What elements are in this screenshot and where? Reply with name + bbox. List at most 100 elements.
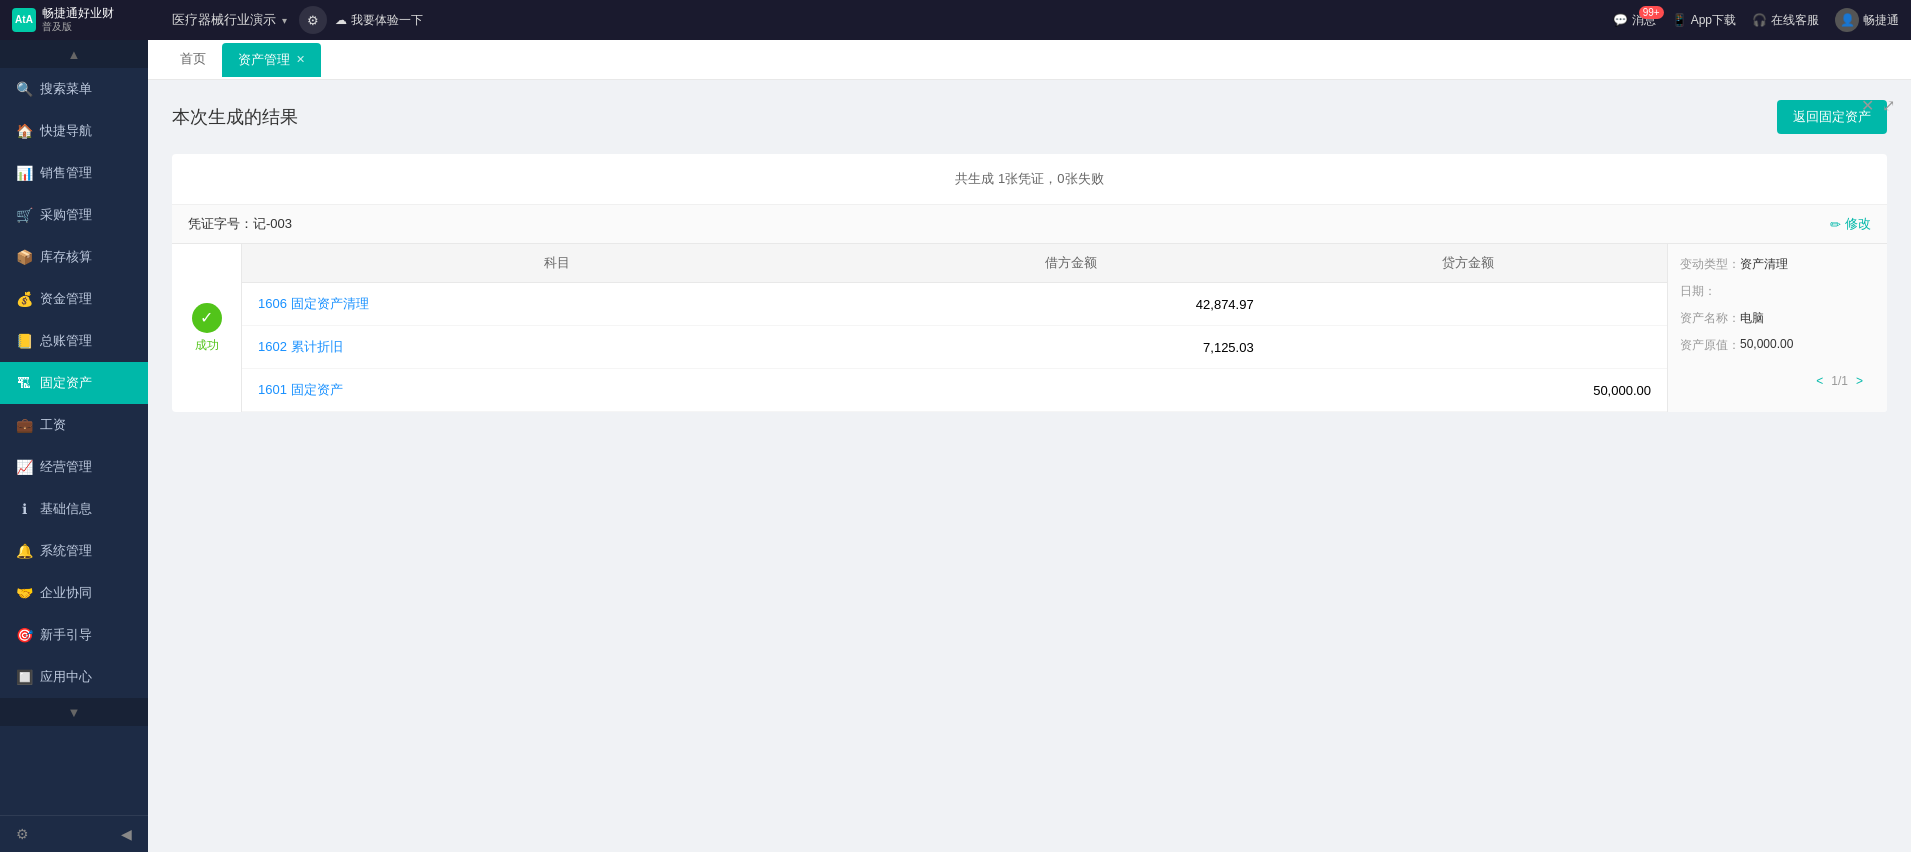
sidebar-item-quick-nav[interactable]: 🏠 快捷导航 — [0, 110, 148, 152]
sidebar-item-finance[interactable]: 💰 资金管理 — [0, 278, 148, 320]
row3-subject: 1601 固定资产 — [242, 369, 872, 412]
sidebar-label-basic-info: 基础信息 — [40, 500, 92, 518]
ledger-icon: 📒 — [16, 333, 32, 349]
edit-label: 修改 — [1845, 215, 1871, 233]
app-center-icon: 🔲 — [16, 669, 32, 685]
table-row: 1602 累计折旧 7,125.03 — [242, 326, 1667, 369]
col-debit: 借方金额 — [872, 244, 1269, 283]
sidebar-item-payroll[interactable]: 💼 工资 — [0, 404, 148, 446]
status-text: 成功 — [195, 337, 219, 354]
header-settings-button[interactable]: ⚙ — [299, 6, 327, 34]
tab-asset-label: 资产管理 — [238, 51, 290, 69]
col-credit: 贷方金额 — [1270, 244, 1667, 283]
user-avatar: 👤 — [1835, 8, 1859, 32]
sidebar-item-ledger[interactable]: 📒 总账管理 — [0, 320, 148, 362]
original-value-value: 50,000.00 — [1740, 337, 1793, 354]
date-label: 日期： — [1680, 283, 1740, 300]
close-panel-button[interactable]: ✕ — [1861, 96, 1874, 115]
next-page-button[interactable]: > — [1856, 374, 1863, 388]
main-layout: ▲ 🔍 搜索菜单 🏠 快捷导航 📊 销售管理 🛒 采购管理 📦 库存核算 💰 资… — [0, 40, 1911, 852]
sidebar-item-sales[interactable]: 📊 销售管理 — [0, 152, 148, 194]
voucher-table: 科目 借方金额 贷方金额 1606 固定资产清理 42,874.97 — [242, 244, 1667, 412]
row2-debit: 7,125.03 — [872, 326, 1269, 369]
settings-icon: ⚙ — [307, 13, 319, 28]
sidebar-item-enterprise[interactable]: 🤝 企业协同 — [0, 572, 148, 614]
edit-icon: ✏ — [1830, 217, 1841, 232]
messages-button[interactable]: 💬 消息 99+ — [1613, 12, 1656, 29]
purchase-icon: 🛒 — [16, 207, 32, 223]
experience-icon: ☁ — [335, 13, 347, 27]
username-label: 畅捷通 — [1863, 12, 1899, 29]
sidebar-scroll-up[interactable]: ▲ — [0, 40, 148, 68]
app-download-button[interactable]: 📱 App下载 — [1672, 12, 1736, 29]
info-asset-name: 资产名称： 电脑 — [1680, 310, 1875, 327]
app-download-icon: 📱 — [1672, 13, 1687, 27]
page-info: 1/1 — [1831, 374, 1848, 388]
info-date: 日期： — [1680, 283, 1875, 300]
content-area: 首页 资产管理 ✕ 本次生成的结果 返回固定资产 共生成 1张凭证，0张失败 凭… — [148, 40, 1911, 852]
sidebar-settings-icon[interactable]: ⚙ — [16, 826, 29, 842]
sidebar-label-guide: 新手引导 — [40, 626, 92, 644]
enterprise-icon: 🤝 — [16, 585, 32, 601]
table-row: 1601 固定资产 50,000.00 — [242, 369, 1667, 412]
change-type-value: 资产清理 — [1740, 256, 1788, 273]
header-right-actions: 💬 消息 99+ 📱 App下载 🎧 在线客服 👤 畅捷通 — [1613, 8, 1899, 32]
tab-close-icon[interactable]: ✕ — [296, 53, 305, 66]
sales-icon: 📊 — [16, 165, 32, 181]
messages-badge: 99+ — [1639, 6, 1664, 19]
row1-credit — [1270, 283, 1667, 326]
sidebar-item-system[interactable]: 🔔 系统管理 — [0, 530, 148, 572]
sidebar-item-search[interactable]: 🔍 搜索菜单 — [0, 68, 148, 110]
company-selector[interactable]: 医疗器械行业演示 ▾ — [160, 11, 299, 29]
sidebar-label-purchase: 采购管理 — [40, 206, 92, 224]
tab-home-label: 首页 — [180, 51, 206, 66]
finance-icon: 💰 — [16, 291, 32, 307]
app-download-label: App下载 — [1691, 12, 1736, 29]
sidebar-label-quick-nav: 快捷导航 — [40, 122, 92, 140]
basic-info-icon: ℹ — [16, 501, 32, 517]
expand-panel-button[interactable]: ⤢ — [1882, 96, 1895, 115]
info-original-value: 资产原值： 50,000.00 — [1680, 337, 1875, 354]
voucher-number: 凭证字号：记-003 — [188, 215, 292, 233]
sidebar-item-basic-info[interactable]: ℹ 基础信息 — [0, 488, 148, 530]
online-service-button[interactable]: 🎧 在线客服 — [1752, 12, 1819, 29]
tab-home[interactable]: 首页 — [164, 42, 222, 78]
top-header: AtA 畅捷通好业财 普及版 医疗器械行业演示 ▾ ⚙ ☁ 我要体验一下 💬 消… — [0, 0, 1911, 40]
sidebar-label-enterprise: 企业协同 — [40, 584, 92, 602]
fixed-assets-icon: 🏗 — [16, 375, 32, 391]
experience-label: 我要体验一下 — [351, 12, 423, 29]
payroll-icon: 💼 — [16, 417, 32, 433]
page-content: 本次生成的结果 返回固定资产 共生成 1张凭证，0张失败 凭证字号：记-003 … — [148, 80, 1911, 852]
search-icon: 🔍 — [16, 81, 32, 97]
online-service-icon: 🎧 — [1752, 13, 1767, 27]
sidebar-item-app-center[interactable]: 🔲 应用中心 — [0, 656, 148, 698]
logo-icon: AtA — [12, 8, 36, 32]
voucher-info-panel: 变动类型： 资产清理 日期： 资产名称： 电脑 资产原值： — [1667, 244, 1887, 412]
result-summary: 共生成 1张凭证，0张失败 — [172, 154, 1887, 205]
sidebar: ▲ 🔍 搜索菜单 🏠 快捷导航 📊 销售管理 🛒 采购管理 📦 库存核算 💰 资… — [0, 40, 148, 852]
sidebar-item-purchase[interactable]: 🛒 采购管理 — [0, 194, 148, 236]
row1-subject: 1606 固定资产清理 — [242, 283, 872, 326]
sidebar-item-inventory[interactable]: 📦 库存核算 — [0, 236, 148, 278]
prev-page-button[interactable]: < — [1816, 374, 1823, 388]
voucher-table-area: 科目 借方金额 贷方金额 1606 固定资产清理 42,874.97 — [242, 244, 1667, 412]
sidebar-item-operations[interactable]: 📈 经营管理 — [0, 446, 148, 488]
edit-button[interactable]: ✏ 修改 — [1830, 215, 1871, 233]
sidebar-item-guide[interactable]: 🎯 新手引导 — [0, 614, 148, 656]
result-panel: 共生成 1张凭证，0张失败 凭证字号：记-003 ✏ 修改 ✓ — [172, 154, 1887, 412]
tab-asset-management[interactable]: 资产管理 ✕ — [222, 43, 321, 77]
row3-credit: 50,000.00 — [1270, 369, 1667, 412]
app-edition: 普及版 — [42, 20, 114, 34]
sidebar-label-finance: 资金管理 — [40, 290, 92, 308]
asset-name-label: 资产名称： — [1680, 310, 1740, 327]
experience-button[interactable]: ☁ 我要体验一下 — [335, 12, 423, 29]
voucher-body: ✓ 成功 科目 借方金额 贷方金额 — [172, 244, 1887, 412]
sidebar-collapse-icon[interactable]: ◀ — [121, 826, 132, 842]
user-profile-button[interactable]: 👤 畅捷通 — [1835, 8, 1899, 32]
online-service-label: 在线客服 — [1771, 12, 1819, 29]
sidebar-label-operations: 经营管理 — [40, 458, 92, 476]
sidebar-scroll-down[interactable]: ▼ — [0, 698, 148, 726]
change-type-label: 变动类型： — [1680, 256, 1740, 273]
sidebar-item-fixed-assets[interactable]: 🏗 固定资产 — [0, 362, 148, 404]
asset-name-value: 电脑 — [1740, 310, 1764, 327]
